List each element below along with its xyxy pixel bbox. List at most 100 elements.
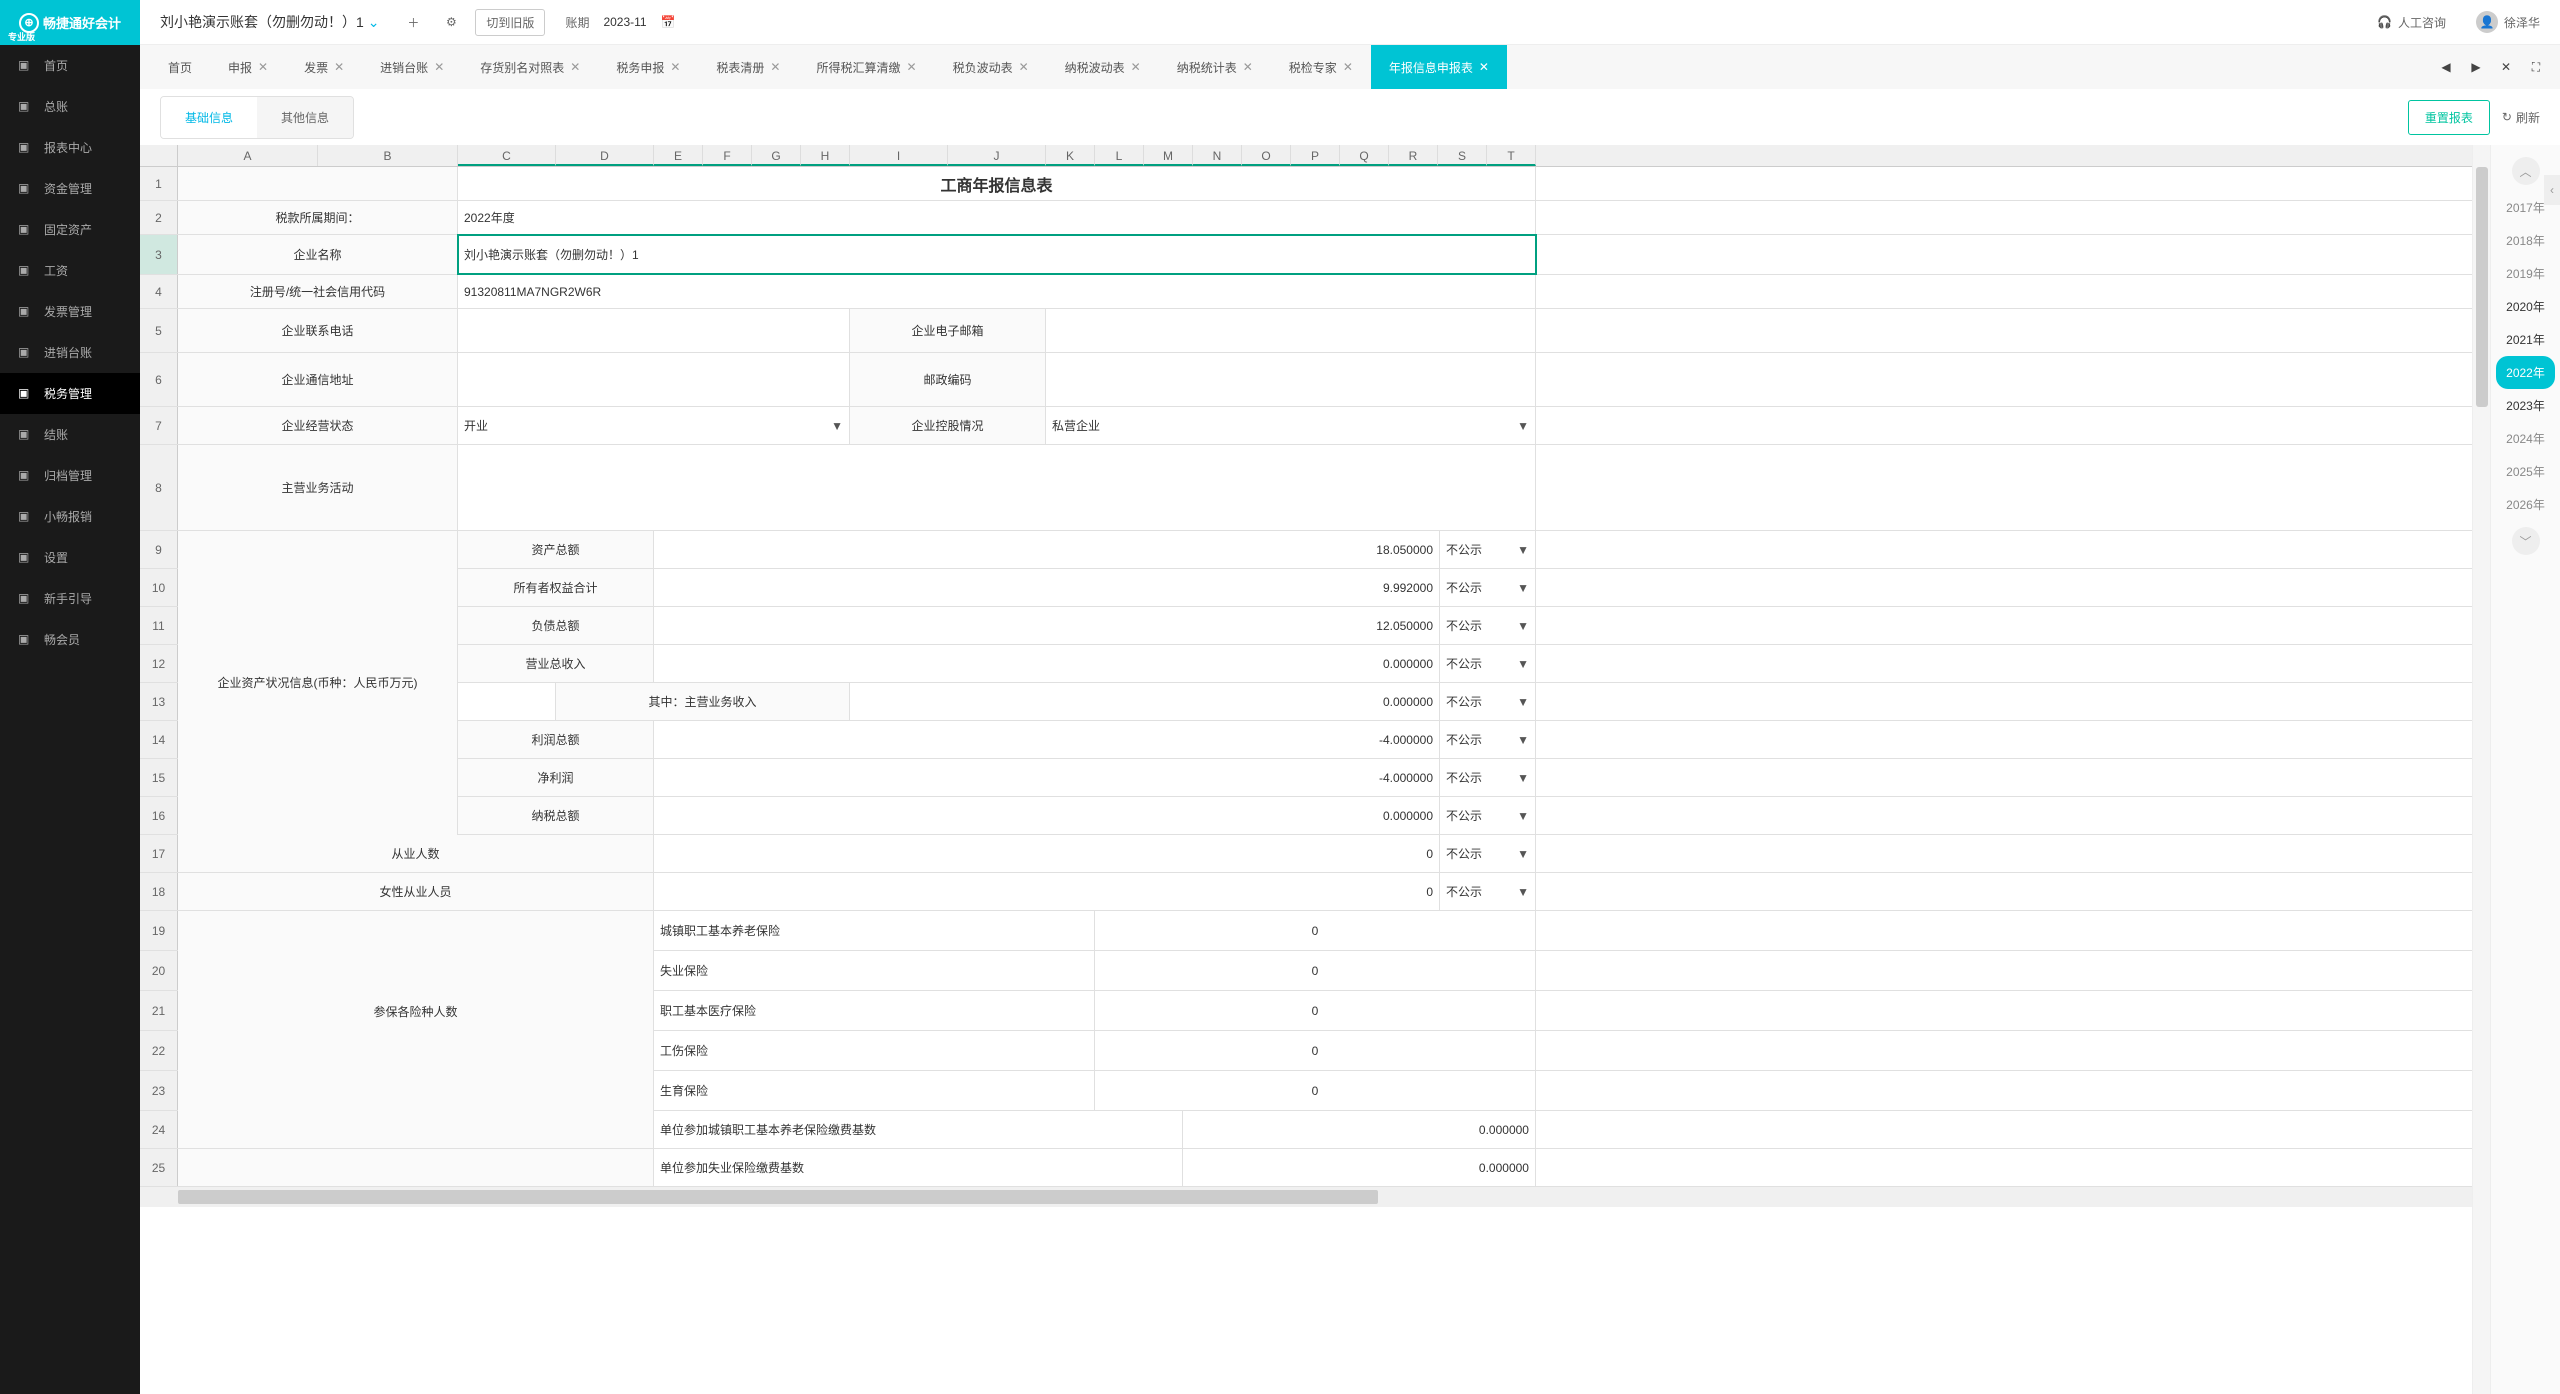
- select-all-corner[interactable]: [140, 145, 178, 166]
- refresh-button[interactable]: ↻ 刷新: [2502, 109, 2540, 126]
- col-header-H[interactable]: H: [801, 145, 850, 166]
- tab-close-icon[interactable]: ✕: [1343, 60, 1353, 74]
- select-visibility-17[interactable]: 不公示▼: [1440, 835, 1536, 872]
- row-header-8[interactable]: 8: [140, 445, 178, 530]
- col-header-R[interactable]: R: [1389, 145, 1438, 166]
- tab-5[interactable]: 税务申报✕: [598, 45, 698, 89]
- value-base-unemploy[interactable]: 0.000000: [1183, 1149, 1536, 1186]
- nav-item-2[interactable]: ▣报表中心: [0, 127, 140, 168]
- row-header-18[interactable]: 18: [140, 873, 178, 910]
- tab-2[interactable]: 发票✕: [286, 45, 362, 89]
- row-header-9[interactable]: 9: [140, 531, 178, 568]
- col-header-T[interactable]: T: [1487, 145, 1536, 166]
- input-address[interactable]: [458, 353, 850, 406]
- tab-12[interactable]: 年报信息申报表✕: [1371, 45, 1507, 89]
- vertical-scrollbar[interactable]: [2472, 145, 2490, 1394]
- col-header-L[interactable]: L: [1095, 145, 1144, 166]
- col-header-D[interactable]: D: [556, 145, 654, 166]
- year-item[interactable]: 2019年: [2496, 257, 2555, 290]
- tab-3[interactable]: 进销台账✕: [362, 45, 462, 89]
- year-item[interactable]: 2020年: [2496, 290, 2555, 323]
- col-header-E[interactable]: E: [654, 145, 703, 166]
- nav-item-14[interactable]: ▣畅会员: [0, 619, 140, 660]
- year-down-button[interactable]: ﹀: [2512, 527, 2540, 555]
- tab-close-icon[interactable]: ✕: [1479, 60, 1489, 74]
- value-female-employees[interactable]: 0: [654, 873, 1440, 910]
- select-visibility-18[interactable]: 不公示▼: [1440, 873, 1536, 910]
- tab-close-icon[interactable]: ✕: [670, 60, 680, 74]
- tab-6[interactable]: 税表清册✕: [698, 45, 798, 89]
- col-header-F[interactable]: F: [703, 145, 752, 166]
- value-fin-15[interactable]: -4.000000: [654, 759, 1440, 796]
- row-header-10[interactable]: 10: [140, 569, 178, 606]
- tab-8[interactable]: 税负波动表✕: [935, 45, 1047, 89]
- value-credit-code[interactable]: 91320811MA7NGR2W6R: [458, 275, 1536, 308]
- select-visibility-11[interactable]: 不公示▼: [1440, 607, 1536, 644]
- col-header-K[interactable]: K: [1046, 145, 1095, 166]
- tab-close-icon[interactable]: ✕: [570, 60, 580, 74]
- tab-close-icon[interactable]: ✕: [434, 60, 444, 74]
- tab-10[interactable]: 纳税统计表✕: [1159, 45, 1271, 89]
- year-item[interactable]: 2018年: [2496, 224, 2555, 257]
- row-header-17[interactable]: 17: [140, 835, 178, 872]
- row-header-5[interactable]: 5: [140, 309, 178, 352]
- nav-item-7[interactable]: ▣进销台账: [0, 332, 140, 373]
- col-header-I[interactable]: I: [850, 145, 948, 166]
- nav-item-5[interactable]: ▣工资: [0, 250, 140, 291]
- row-header-20[interactable]: 20: [140, 951, 178, 990]
- tabs-fullscreen-button[interactable]: ⛶: [2522, 53, 2550, 81]
- year-item[interactable]: 2022年: [2496, 356, 2555, 389]
- select-visibility-9[interactable]: 不公示▼: [1440, 531, 1536, 568]
- tabs-next-button[interactable]: ▶: [2462, 53, 2490, 81]
- row-header-12[interactable]: 12: [140, 645, 178, 682]
- row-header-13[interactable]: 13: [140, 683, 178, 720]
- switch-old-version-button[interactable]: 切到旧版: [475, 9, 545, 36]
- year-item[interactable]: 2024年: [2496, 422, 2555, 455]
- settings-gear-button[interactable]: ⚙: [437, 8, 465, 36]
- tab-close-icon[interactable]: ✕: [258, 60, 268, 74]
- col-header-O[interactable]: O: [1242, 145, 1291, 166]
- value-fin-10[interactable]: 9.992000: [654, 569, 1440, 606]
- tab-11[interactable]: 税检专家✕: [1271, 45, 1371, 89]
- value-base-pension[interactable]: 0.000000: [1183, 1111, 1536, 1148]
- value-ins-23[interactable]: 0: [1095, 1071, 1536, 1110]
- user-menu[interactable]: 👤 徐泽华: [2476, 11, 2540, 33]
- select-visibility-12[interactable]: 不公示▼: [1440, 645, 1536, 682]
- tab-close-icon[interactable]: ✕: [907, 60, 917, 74]
- row-header-7[interactable]: 7: [140, 407, 178, 444]
- row-header-4[interactable]: 4: [140, 275, 178, 308]
- tab-4[interactable]: 存货别名对照表✕: [462, 45, 598, 89]
- year-item[interactable]: 2021年: [2496, 323, 2555, 356]
- col-header-J[interactable]: J: [948, 145, 1046, 166]
- row-header-25[interactable]: 25: [140, 1149, 178, 1186]
- select-status[interactable]: 开业▼: [458, 407, 850, 444]
- tab-1[interactable]: 申报✕: [210, 45, 286, 89]
- select-visibility-13[interactable]: 不公示▼: [1440, 683, 1536, 720]
- row-header-24[interactable]: 24: [140, 1111, 178, 1148]
- select-visibility-14[interactable]: 不公示▼: [1440, 721, 1536, 758]
- nav-item-8[interactable]: ▣税务管理: [0, 373, 140, 414]
- tab-close-icon[interactable]: ✕: [770, 60, 780, 74]
- nav-item-10[interactable]: ▣归档管理: [0, 455, 140, 496]
- value-employees[interactable]: 0: [654, 835, 1440, 872]
- tab-0[interactable]: 首页: [150, 45, 210, 89]
- row-header-11[interactable]: 11: [140, 607, 178, 644]
- year-item[interactable]: 2025年: [2496, 455, 2555, 488]
- tab-9[interactable]: 纳税波动表✕: [1047, 45, 1159, 89]
- col-header-P[interactable]: P: [1291, 145, 1340, 166]
- row-header-3[interactable]: 3: [140, 235, 178, 274]
- tab-close-icon[interactable]: ✕: [334, 60, 344, 74]
- tabs-close-button[interactable]: ✕: [2492, 53, 2520, 81]
- tab-close-icon[interactable]: ✕: [1131, 60, 1141, 74]
- col-header-A[interactable]: A: [178, 145, 318, 166]
- input-company-name[interactable]: 刘小艳演示账套（勿删勿动！）1: [458, 235, 1536, 274]
- value-fin-16[interactable]: 0.000000: [654, 797, 1440, 834]
- nav-item-11[interactable]: ▣小畅报销: [0, 496, 140, 537]
- tab-close-icon[interactable]: ✕: [1243, 60, 1253, 74]
- nav-item-3[interactable]: ▣资金管理: [0, 168, 140, 209]
- year-up-button[interactable]: ︿: [2512, 157, 2540, 185]
- tab-7[interactable]: 所得税汇算清缴✕: [798, 45, 934, 89]
- account-selector[interactable]: 刘小艳演示账套（勿删勿动！）1 ⌄: [160, 12, 389, 32]
- value-fin-12[interactable]: 0.000000: [654, 645, 1440, 682]
- tab-close-icon[interactable]: ✕: [1019, 60, 1029, 74]
